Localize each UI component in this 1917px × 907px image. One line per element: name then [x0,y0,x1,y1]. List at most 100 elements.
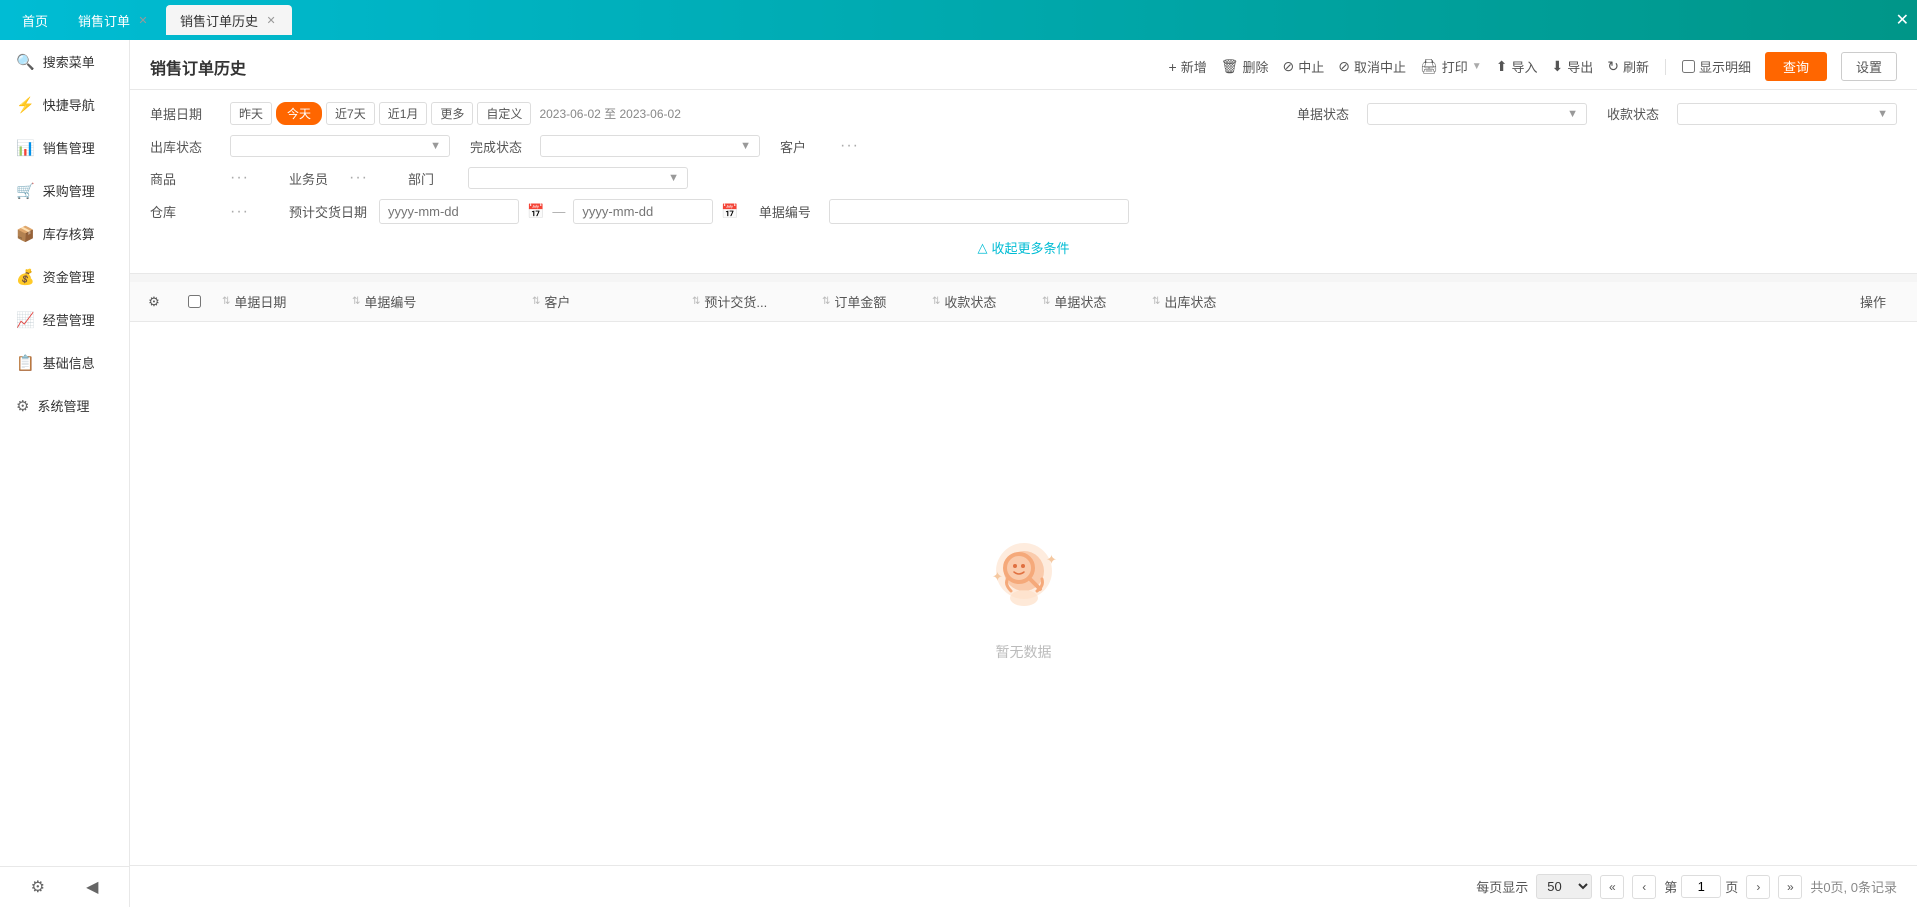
delivery-date-from[interactable] [379,199,519,224]
sidebar-settings-icon[interactable]: ⚙ [31,877,45,897]
refresh-button[interactable]: ↻ 刷新 [1607,57,1649,76]
next-page-button[interactable]: › [1746,875,1770,899]
print-button[interactable]: 🖨 打印 ▼ [1420,57,1482,76]
settings-gear-icon: ⚙ [148,294,160,310]
sidebar-collapse-icon[interactable]: ◀ [86,877,98,897]
stop-button[interactable]: ⊘ 中止 [1283,57,1325,76]
th-delivery[interactable]: ⇅ 预计交货... [684,292,814,311]
page-info: 第 页 [1664,875,1738,898]
tab-sales-order-close[interactable]: ✕ [136,13,150,27]
th-no-sort-icon: ⇅ [352,296,360,307]
tab-home[interactable]: 首页 [8,5,62,35]
dept-select[interactable]: ▼ [468,167,688,189]
th-amount[interactable]: ⇅ 订单金额 [814,292,924,311]
th-date-sort-icon: ⇅ [222,296,230,307]
export-button[interactable]: ⬇ 导出 [1551,57,1593,76]
th-amount-sort-icon: ⇅ [822,296,830,307]
th-customer-sort-icon: ⇅ [532,296,540,307]
th-customer-label: 客户 [544,292,570,311]
sidebar-item-base-info[interactable]: 📋 基础信息 [0,341,129,384]
th-stock-status[interactable]: ⇅ 出库状态 [1144,292,1274,311]
print-icon: 🖨 [1420,58,1438,75]
order-no-input[interactable] [829,199,1129,224]
new-icon: + [1169,59,1177,75]
show-detail-label[interactable]: 显示明细 [1682,57,1751,76]
th-date[interactable]: ⇅ 单据日期 [214,292,344,311]
sidebar-item-sales-label: 销售管理 [43,138,95,157]
th-stock-status-label: 出库状态 [1164,292,1216,311]
cancel-stop-icon: ⊘ [1338,58,1350,75]
purchase-icon: 🛒 [16,182,35,200]
tab-sales-order-history-close[interactable]: ✕ [264,13,278,27]
filter-row-3: 商品 ··· 业务员 ··· 部门 ▼ [150,167,1897,189]
toolbar: + 新增 🗑 删除 ⊘ 中止 ⊘ 取消中止 🖨 打印 [1169,52,1898,81]
warehouse-dots[interactable]: ··· [230,203,249,221]
th-pay-status-label: 收款状态 [944,292,996,311]
th-check[interactable] [174,295,214,308]
sidebar-item-operation[interactable]: 📈 经营管理 [0,298,129,341]
complete-arrow: ▼ [740,140,751,152]
per-page-select[interactable]: 50 10 20 100 [1536,874,1592,899]
cancel-stop-button[interactable]: ⊘ 取消中止 [1338,57,1406,76]
th-no[interactable]: ⇅ 单据编号 [344,292,524,311]
sidebar-item-purchase-mgmt[interactable]: 🛒 采购管理 [0,169,129,212]
stock-out-select[interactable]: ▼ [230,135,450,157]
sidebar-item-sales-mgmt[interactable]: 📊 销售管理 [0,126,129,169]
delivery-date-to[interactable] [573,199,713,224]
date-quick-btns: 昨天 今天 近7天 近1月 更多 自定义 [230,102,531,125]
tab-sales-order[interactable]: 销售订单 ✕ [64,5,164,35]
date-btn-1month[interactable]: 近1月 [379,102,428,125]
current-page-input[interactable] [1681,875,1721,898]
sidebar-item-quick-nav[interactable]: ⚡ 快捷导航 [0,83,129,126]
select-all-checkbox[interactable] [188,295,201,308]
receipt-status-select[interactable]: ▼ [1677,103,1897,125]
top-bar-right: ✕ [1896,10,1909,30]
th-settings[interactable]: ⚙ [134,294,174,310]
collapse-bar[interactable]: △ 收起更多条件 [150,234,1897,261]
prev-page-button[interactable]: ‹ [1632,875,1656,899]
delete-button[interactable]: 🗑 删除 [1221,57,1269,76]
import-button[interactable]: ⬆ 导入 [1496,57,1538,76]
complete-status-select[interactable]: ▼ [540,135,760,157]
tab-sales-order-history[interactable]: 销售订单历史 ✕ [166,5,292,35]
date-btn-custom[interactable]: 自定义 [477,102,531,125]
settings-button[interactable]: 设置 [1841,52,1897,81]
sidebar-item-quick-nav-label: 快捷导航 [43,95,95,114]
first-page-button[interactable]: « [1600,875,1624,899]
th-customer[interactable]: ⇅ 客户 [524,292,684,311]
main-layout: 🔍 搜索菜单 ⚡ 快捷导航 📊 销售管理 🛒 采购管理 📦 库存核算 💰 资金管… [0,40,1917,907]
date-btn-7days[interactable]: 近7天 [326,102,375,125]
date-btn-more[interactable]: 更多 [431,102,473,125]
date-range-display: 2023-06-02 至 2023-06-02 [539,105,680,122]
page-label: 第 [1664,877,1677,896]
status-label: 单据状态 [1297,104,1367,123]
salesman-dots[interactable]: ··· [349,169,368,187]
calendar-to-icon[interactable]: 📅 [721,203,738,220]
sidebar-item-search[interactable]: 🔍 搜索菜单 [0,40,129,83]
th-order-sort-icon: ⇅ [1042,296,1050,307]
print-dropdown-icon: ▼ [1472,61,1482,72]
th-order-status[interactable]: ⇅ 单据状态 [1034,292,1144,311]
order-status-select[interactable]: ▼ [1367,103,1587,125]
show-detail-checkbox[interactable] [1682,60,1695,73]
per-page-label: 每页显示 [1476,877,1528,896]
delivery-date-label: 预计交货日期 [289,202,379,221]
date-btn-today[interactable]: 今天 [276,102,322,125]
sidebar-item-fund-label: 资金管理 [43,267,95,286]
last-page-button[interactable]: » [1778,875,1802,899]
date-btn-yesterday[interactable]: 昨天 [230,102,272,125]
sidebar-item-inventory[interactable]: 📦 库存核算 [0,212,129,255]
calendar-from-icon[interactable]: 📅 [527,203,544,220]
sidebar-item-fund[interactable]: 💰 资金管理 [0,255,129,298]
th-delivery-sort-icon: ⇅ [692,296,700,307]
query-button[interactable]: 查询 [1765,52,1827,81]
sidebar-item-sys-mgmt[interactable]: ⚙ 系统管理 [0,384,129,427]
import-label: 导入 [1511,57,1537,76]
new-button[interactable]: + 新增 [1169,57,1207,76]
customer-dots[interactable]: ··· [840,137,859,155]
collapse-icon: △ [977,240,987,256]
th-pay-status[interactable]: ⇅ 收款状态 [924,292,1034,311]
goods-dots[interactable]: ··· [230,169,249,187]
close-window-icon[interactable]: ✕ [1896,10,1909,30]
receipt-status-label: 收款状态 [1607,104,1677,123]
